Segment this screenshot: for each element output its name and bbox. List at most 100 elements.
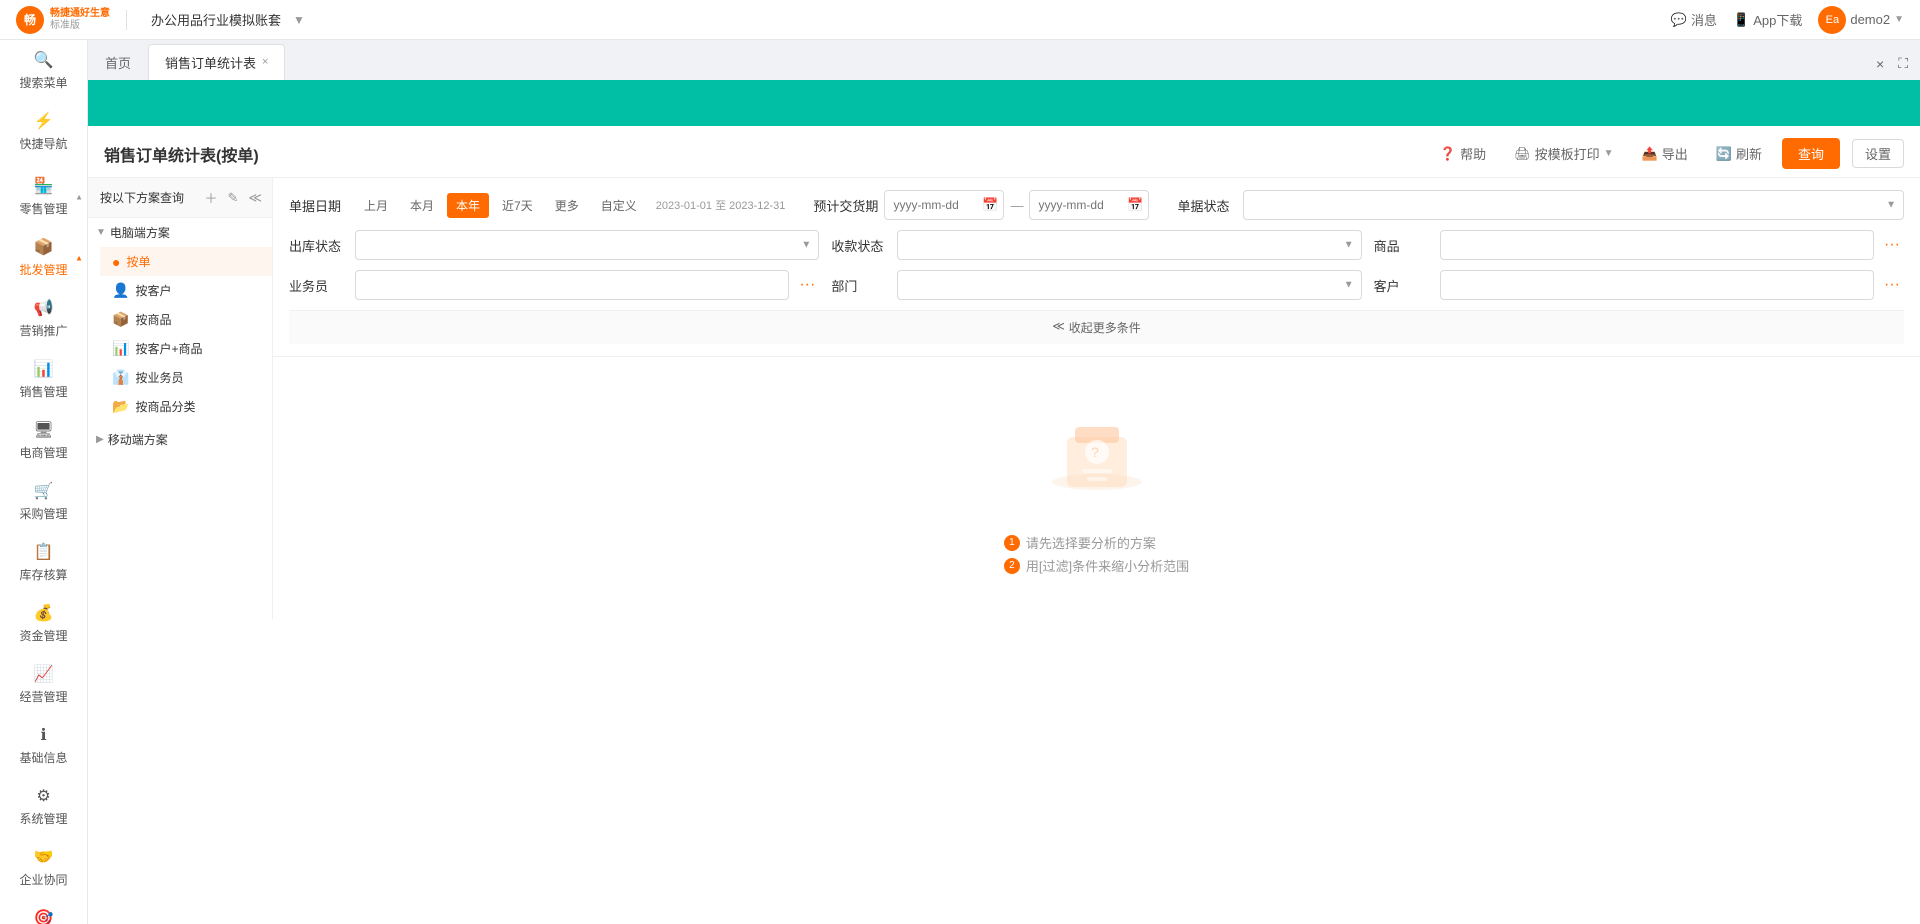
tree-item-byorder[interactable]: ● 按单	[100, 247, 272, 276]
tree-desktop[interactable]: ▼ 电脑端方案	[88, 218, 272, 247]
shortcut-more[interactable]: 更多	[546, 193, 588, 218]
tab-home[interactable]: 首页	[88, 44, 148, 80]
status-label: 单据状态	[1177, 196, 1237, 215]
tree-desktop-label: 电脑端方案	[110, 224, 170, 241]
goods-input[interactable]	[1440, 230, 1874, 260]
download-icon: 📱	[1733, 12, 1749, 28]
status-select-wrap: ▼	[1243, 190, 1904, 220]
tree-item-bycustomergoods[interactable]: 📊 按客户+商品	[100, 334, 272, 363]
sidebar-item-quicknav[interactable]: ⚡ 快捷导航	[0, 101, 87, 162]
tree-item-byorder-label: 按单	[126, 253, 150, 270]
management-icon: 📈	[34, 664, 54, 684]
salesman-col: 业务员 ···	[289, 270, 819, 300]
ship-status-select[interactable]	[355, 230, 819, 260]
avatar: Ea	[1818, 6, 1846, 34]
date-range-text: 2023-01-01 至 2023-12-31	[656, 197, 786, 213]
print-icon: 🖨	[1514, 146, 1531, 162]
tree-item-bycustomer-label: 按客户	[135, 282, 171, 299]
page-title: 销售订单统计表(按单)	[104, 142, 259, 166]
basic-icon: ℹ	[40, 725, 46, 745]
message-btn[interactable]: 💬 消息	[1671, 10, 1717, 29]
sidebar-item-purchase[interactable]: 🛒 采购管理	[0, 471, 87, 532]
hint-item-1: 1 请先选择要分析的方案	[1004, 533, 1189, 552]
sidebar-item-inventory[interactable]: 📋 库存核算	[0, 532, 87, 593]
collapse-panel-btn[interactable]: ≪	[246, 188, 264, 208]
dept-select[interactable]	[897, 270, 1361, 300]
tree-item-bygoods-label: 按商品	[135, 311, 171, 328]
add-scheme-btn[interactable]: ＋	[202, 186, 219, 209]
shortcut-last-month[interactable]: 上月	[355, 193, 397, 218]
purchase-icon: 🛒	[34, 481, 54, 501]
goods-dots-btn[interactable]: ···	[1880, 236, 1904, 254]
sidebar-item-newbie[interactable]: 🎯 新手引导	[0, 898, 87, 924]
sidebar-label-basic: 基础信息	[19, 749, 67, 766]
shortcut-custom[interactable]: 自定义	[592, 193, 646, 218]
app-title-arrow[interactable]: ▼	[293, 13, 305, 27]
tab-close-btn[interactable]: ×	[262, 57, 268, 68]
sidebar-item-marketing[interactable]: 📢 营销推广	[0, 288, 87, 349]
print-btn[interactable]: 🖨 按模板打印 ▼	[1506, 140, 1621, 167]
settings-btn[interactable]: 设置	[1852, 139, 1904, 168]
sidebar-item-finance[interactable]: 💰 资金管理	[0, 593, 87, 654]
export-btn[interactable]: 📤 导出	[1634, 140, 1696, 167]
message-icon: 💬	[1671, 12, 1687, 28]
sidebar-item-sales[interactable]: 📊 销售管理	[0, 349, 87, 410]
sidebar-item-collab[interactable]: 🤝 企业协同	[0, 837, 87, 898]
tab-close-all-btn[interactable]: ×	[1872, 52, 1888, 76]
sidebar-item-management[interactable]: 📈 经营管理	[0, 654, 87, 715]
tree-item-bycategory[interactable]: 📂 按商品分类	[100, 392, 272, 421]
top-bar: 畅 畅捷通好生意 标准版 办公用品行业模拟账套 ▼ 💬 消息 📱 App下载 E…	[0, 0, 1920, 40]
tree-item-bygoods[interactable]: 📦 按商品	[100, 305, 272, 334]
user-menu[interactable]: Ea demo2 ▼	[1818, 6, 1904, 34]
collapse-label: 收起更多条件	[1069, 319, 1141, 336]
logo-text: 畅捷通好生意 标准版	[50, 8, 110, 32]
wholesale-arrow: ▲	[75, 253, 83, 262]
shortcut-this-month[interactable]: 本月	[401, 193, 443, 218]
salesman-dots-btn[interactable]: ···	[795, 276, 819, 294]
tree-mobile[interactable]: ▶ 移动端方案	[88, 425, 272, 454]
tree-mobile-expand-icon: ▶	[96, 434, 104, 445]
search-btn[interactable]: 查询	[1782, 138, 1840, 169]
tab-sales-label: 销售订单统计表	[165, 53, 256, 72]
customer-dots-btn[interactable]: ···	[1880, 276, 1904, 294]
bysalesman-icon: 👔	[112, 369, 129, 386]
date-to-input[interactable]	[1029, 190, 1149, 220]
customer-input[interactable]	[1440, 270, 1874, 300]
collection-status-label: 收款状态	[831, 236, 891, 255]
sidebar-item-wholesale[interactable]: 📦 批发管理 ▲	[0, 227, 87, 288]
collapse-bar[interactable]: ≪ 收起更多条件	[289, 310, 1904, 344]
sidebar-item-ecommerce[interactable]: 🖥 电商管理	[0, 410, 87, 471]
sidebar-label-quicknav: 快捷导航	[19, 135, 67, 152]
tab-bar: 首页 销售订单统计表 × × ⛶	[88, 40, 1920, 80]
wholesale-icon: 📦	[34, 237, 54, 257]
app-download-btn[interactable]: 📱 App下载	[1733, 10, 1802, 29]
tab-fullscreen-btn[interactable]: ⛶	[1894, 51, 1912, 76]
help-btn[interactable]: ❓ 帮助	[1432, 140, 1494, 167]
customer-col: 客户 ···	[1374, 270, 1904, 300]
tree-expand-icon: ▼	[96, 227, 106, 238]
sidebar-item-search[interactable]: 🔍 搜索菜单	[0, 40, 87, 101]
logo-area: 畅 畅捷通好生意 标准版	[16, 6, 110, 34]
refresh-btn[interactable]: 🔄 刷新	[1708, 140, 1770, 167]
sidebar-item-basic[interactable]: ℹ 基础信息	[0, 715, 87, 776]
logo-line1: 畅捷通好生意	[50, 8, 110, 20]
finance-icon: 💰	[34, 603, 54, 623]
sidebar-item-system[interactable]: ⚙ 系统管理	[0, 776, 87, 837]
edit-scheme-btn[interactable]: ✎	[225, 188, 240, 208]
shortcut-7days[interactable]: 近7天	[493, 193, 542, 218]
inventory-icon: 📋	[34, 542, 54, 562]
tab-sales-order[interactable]: 销售订单统计表 ×	[148, 44, 285, 80]
shortcut-this-year[interactable]: 本年	[447, 193, 489, 218]
app-title: 办公用品行业模拟账套	[151, 10, 281, 29]
date-from-input[interactable]	[884, 190, 1004, 220]
status-select[interactable]	[1243, 190, 1904, 220]
tree-item-bysalesman[interactable]: 👔 按业务员	[100, 363, 272, 392]
tree-item-bycustomer[interactable]: 👤 按客户	[100, 276, 272, 305]
sidebar-item-retail[interactable]: 🏪 零售管理 ▲	[0, 166, 87, 227]
left-panel-icons: ＋ ✎ ≪	[202, 186, 264, 209]
ship-status-label: 出库状态	[289, 236, 349, 255]
collection-status-select[interactable]	[897, 230, 1361, 260]
salesman-input[interactable]	[355, 270, 789, 300]
teal-bar	[88, 80, 1920, 126]
quicknav-icon: ⚡	[34, 111, 54, 131]
